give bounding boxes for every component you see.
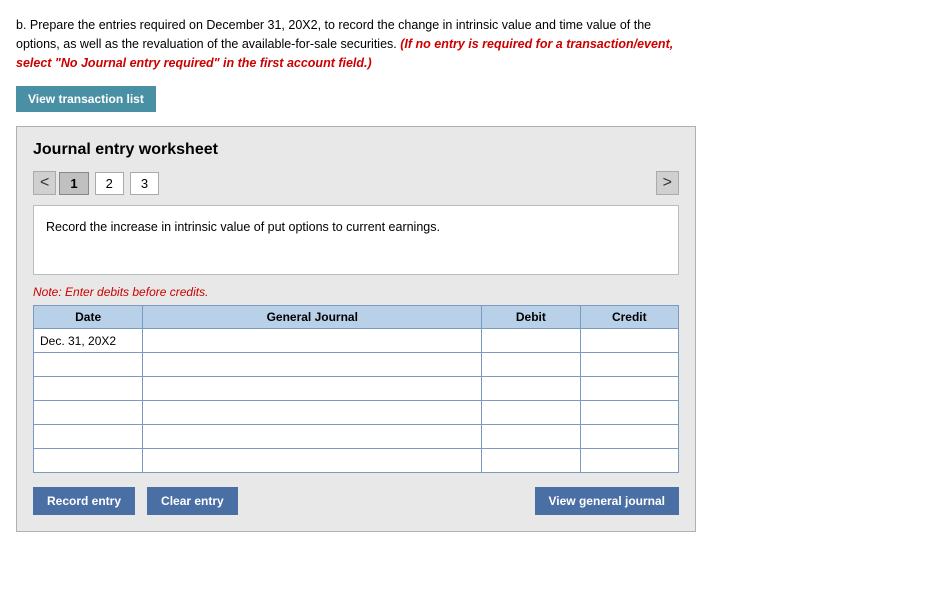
- debit-input[interactable]: [488, 430, 573, 444]
- credit-input[interactable]: [587, 454, 672, 468]
- credit-input[interactable]: [587, 430, 672, 444]
- clear-entry-button[interactable]: Clear entry: [147, 487, 238, 515]
- credit-cell[interactable]: [580, 353, 678, 377]
- table-row: [34, 377, 679, 401]
- date-cell: [34, 353, 143, 377]
- debit-cell[interactable]: [482, 329, 580, 353]
- date-cell: [34, 449, 143, 473]
- worksheet-title: Journal entry worksheet: [33, 141, 679, 159]
- debit-input[interactable]: [488, 406, 573, 420]
- journal-cell[interactable]: [143, 449, 482, 473]
- debit-input[interactable]: [488, 358, 573, 372]
- description-box: Record the increase in intrinsic value o…: [33, 205, 679, 275]
- credit-cell[interactable]: [580, 401, 678, 425]
- debit-cell[interactable]: [482, 401, 580, 425]
- journal-cell[interactable]: [143, 401, 482, 425]
- tab-1[interactable]: 1: [59, 172, 88, 195]
- tab-2[interactable]: 2: [95, 172, 124, 195]
- credit-cell[interactable]: [580, 425, 678, 449]
- nav-prev-arrow[interactable]: <: [33, 171, 56, 195]
- record-entry-button[interactable]: Record entry: [33, 487, 135, 515]
- debit-cell[interactable]: [482, 449, 580, 473]
- journal-table: Date General Journal Debit Credit Dec. 3…: [33, 305, 679, 473]
- date-cell: Dec. 31, 20X2: [34, 329, 143, 353]
- journal-input[interactable]: [149, 406, 475, 420]
- worksheet-container: Journal entry worksheet < 1 2 3 > Record…: [16, 126, 696, 532]
- col-header-general-journal: General Journal: [143, 306, 482, 329]
- nav-next-arrow[interactable]: >: [656, 171, 679, 195]
- table-row: [34, 401, 679, 425]
- debit-input[interactable]: [488, 454, 573, 468]
- date-cell: [34, 377, 143, 401]
- debit-cell[interactable]: [482, 377, 580, 401]
- tab-3[interactable]: 3: [130, 172, 159, 195]
- credit-cell[interactable]: [580, 377, 678, 401]
- instructions-text: b. Prepare the entries required on Decem…: [16, 16, 696, 72]
- credit-input[interactable]: [587, 406, 672, 420]
- view-transaction-button[interactable]: View transaction list: [16, 86, 156, 112]
- journal-cell[interactable]: [143, 329, 482, 353]
- col-header-credit: Credit: [580, 306, 678, 329]
- journal-input[interactable]: [149, 334, 475, 348]
- journal-cell[interactable]: [143, 425, 482, 449]
- journal-input[interactable]: [149, 454, 475, 468]
- table-row: [34, 425, 679, 449]
- credit-input[interactable]: [587, 382, 672, 396]
- date-cell: [34, 425, 143, 449]
- journal-cell[interactable]: [143, 377, 482, 401]
- journal-input[interactable]: [149, 382, 475, 396]
- journal-cell[interactable]: [143, 353, 482, 377]
- credit-cell[interactable]: [580, 449, 678, 473]
- debit-input[interactable]: [488, 334, 573, 348]
- nav-row: < 1 2 3 >: [33, 171, 679, 195]
- table-row: Dec. 31, 20X2: [34, 329, 679, 353]
- button-row: Record entry Clear entry View general jo…: [33, 487, 679, 515]
- debit-cell[interactable]: [482, 353, 580, 377]
- date-cell: [34, 401, 143, 425]
- description-text: Record the increase in intrinsic value o…: [46, 220, 440, 234]
- note-text: Note: Enter debits before credits.: [33, 285, 679, 299]
- table-row: [34, 449, 679, 473]
- debit-input[interactable]: [488, 382, 573, 396]
- col-header-debit: Debit: [482, 306, 580, 329]
- journal-input[interactable]: [149, 358, 475, 372]
- col-header-date: Date: [34, 306, 143, 329]
- journal-input[interactable]: [149, 430, 475, 444]
- credit-input[interactable]: [587, 358, 672, 372]
- debit-cell[interactable]: [482, 425, 580, 449]
- credit-cell[interactable]: [580, 329, 678, 353]
- table-row: [34, 353, 679, 377]
- credit-input[interactable]: [587, 334, 672, 348]
- view-general-journal-button[interactable]: View general journal: [535, 487, 679, 515]
